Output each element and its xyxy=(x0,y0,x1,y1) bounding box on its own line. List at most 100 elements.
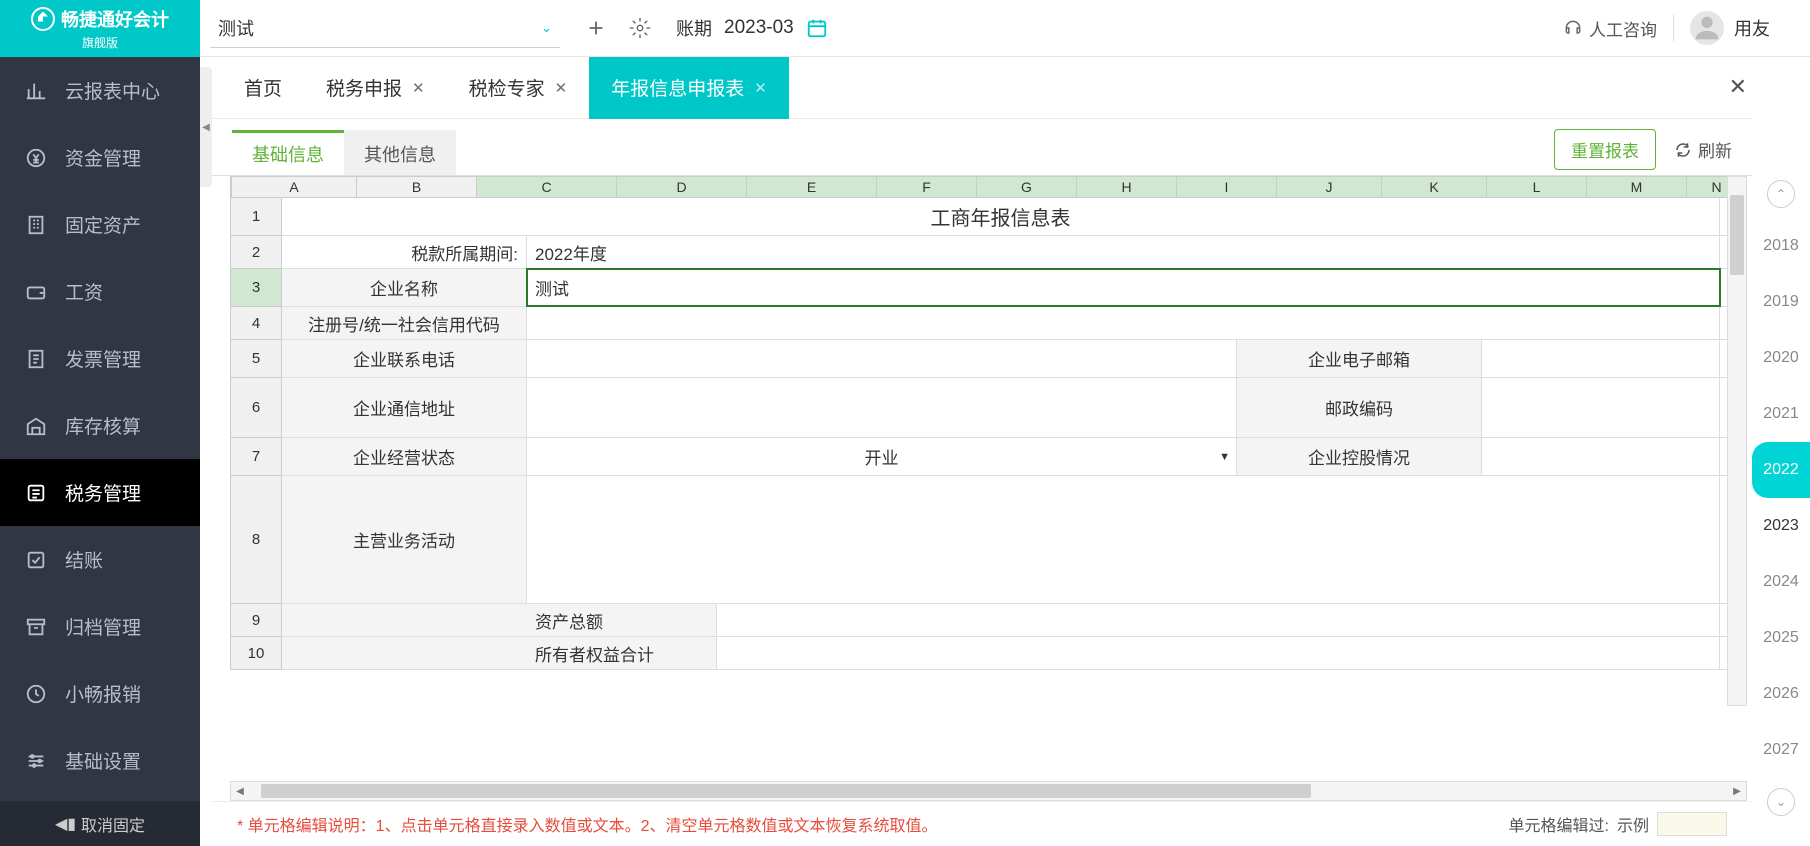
sidebar-pin-toggle[interactable]: ◀▮ 取消固定 xyxy=(0,801,200,846)
address-value-cell[interactable] xyxy=(527,378,1237,437)
tab-close-icon[interactable]: ✕ xyxy=(555,79,568,97)
year-2022[interactable]: 2022 xyxy=(1752,442,1810,498)
scroll-thumb-v[interactable] xyxy=(1730,195,1744,275)
status-dropdown-cell[interactable]: 开业 xyxy=(527,438,1237,475)
year-2026[interactable]: 2026 xyxy=(1752,666,1810,722)
status-label-cell[interactable]: 企业经营状态 xyxy=(282,438,527,475)
col-head-J[interactable]: J xyxy=(1277,176,1382,198)
tab-3[interactable]: 年报信息申报表✕ xyxy=(589,57,789,119)
row-head-2[interactable]: 2 xyxy=(230,236,282,269)
vertical-scrollbar[interactable] xyxy=(1727,176,1747,706)
row-head-5[interactable]: 5 xyxy=(230,340,282,378)
year-2021[interactable]: 2021 xyxy=(1752,386,1810,442)
year-2018[interactable]: 2018 xyxy=(1752,218,1810,274)
reg-code-label-cell[interactable]: 注册号/统一社会信用代码 xyxy=(282,307,527,339)
subtab-0[interactable]: 基础信息 xyxy=(232,130,344,175)
year-2020[interactable]: 2020 xyxy=(1752,330,1810,386)
row-head-3[interactable]: 3 xyxy=(230,269,282,307)
sidebar-item-8[interactable]: 归档管理 xyxy=(0,593,200,660)
sidebar-item-7[interactable]: 结账 xyxy=(0,526,200,593)
year-scroll-down[interactable]: ⌄ xyxy=(1767,788,1795,816)
year-2019[interactable]: 2019 xyxy=(1752,274,1810,330)
period-value-cell[interactable]: 2022年度 xyxy=(527,236,1720,268)
year-2024[interactable]: 2024 xyxy=(1752,554,1810,610)
tab-close-icon[interactable]: ✕ xyxy=(754,79,767,97)
email-value-cell[interactable] xyxy=(1482,340,1720,377)
row-head-7[interactable]: 7 xyxy=(230,438,282,476)
row-head-6[interactable]: 6 xyxy=(230,378,282,438)
year-2027[interactable]: 2027 xyxy=(1752,722,1810,778)
assets-value-cell[interactable] xyxy=(717,604,1720,636)
col-head-K[interactable]: K xyxy=(1382,176,1487,198)
holding-label-cell[interactable]: 企业控股情况 xyxy=(1237,438,1482,475)
row-head-10[interactable]: 10 xyxy=(230,637,282,670)
consult-button[interactable]: 人工咨询 xyxy=(1563,16,1657,41)
phone-value-cell[interactable] xyxy=(527,340,1237,377)
wallet-icon xyxy=(25,281,47,303)
scroll-thumb-h[interactable] xyxy=(261,784,1311,798)
sidebar-item-3[interactable]: 工资 xyxy=(0,258,200,325)
email-label-cell[interactable]: 企业电子邮箱 xyxy=(1237,340,1482,377)
sidebar-collapse-handle[interactable]: ◀ xyxy=(200,67,212,187)
sidebar-item-2[interactable]: 固定资产 xyxy=(0,191,200,258)
col-head-B[interactable]: B xyxy=(357,176,477,198)
horizontal-scrollbar[interactable]: ◀ ▶ xyxy=(230,781,1747,801)
col-head-D[interactable]: D xyxy=(617,176,747,198)
col-head-I[interactable]: I xyxy=(1177,176,1277,198)
business-value-cell[interactable] xyxy=(527,476,1720,603)
company-name-value-cell[interactable]: 测试 xyxy=(527,269,1720,306)
col-head-M[interactable]: M xyxy=(1587,176,1687,198)
assets-label-cell[interactable]: 资产总额 xyxy=(527,604,717,636)
row-head-4[interactable]: 4 xyxy=(230,307,282,340)
close-all-tabs-icon[interactable]: ✕ xyxy=(1729,74,1747,100)
row10-empty[interactable] xyxy=(282,637,527,669)
col-head-A[interactable]: A xyxy=(232,176,357,198)
gear-icon[interactable] xyxy=(629,17,651,39)
add-icon[interactable] xyxy=(585,17,607,39)
sidebar-item-0[interactable]: 云报表中心 xyxy=(0,57,200,124)
sheet-title-cell[interactable]: 工商年报信息表 xyxy=(282,198,1720,235)
tab-2[interactable]: 税检专家✕ xyxy=(447,57,590,119)
year-2023[interactable]: 2023 xyxy=(1752,498,1810,554)
scroll-right-arrow[interactable]: ▶ xyxy=(1728,782,1746,800)
col-head-H[interactable]: H xyxy=(1077,176,1177,198)
calendar-icon[interactable] xyxy=(806,17,828,39)
holding-value-cell[interactable] xyxy=(1482,438,1720,475)
row-head-9[interactable]: 9 xyxy=(230,604,282,637)
col-head-F[interactable]: F xyxy=(877,176,977,198)
row-head-1[interactable]: 1 xyxy=(230,198,282,236)
address-label-cell[interactable]: 企业通信地址 xyxy=(282,378,527,437)
postcode-label-cell[interactable]: 邮政编码 xyxy=(1237,378,1482,437)
sidebar-item-10[interactable]: 基础设置 xyxy=(0,727,200,794)
company-selector[interactable]: 测试 ⌄ xyxy=(210,8,560,48)
sidebar-item-5[interactable]: 库存核算 xyxy=(0,392,200,459)
refresh-button[interactable]: 刷新 xyxy=(1674,137,1732,162)
tab-1[interactable]: 税务申报✕ xyxy=(304,57,447,119)
user-menu[interactable]: 用友 xyxy=(1690,11,1770,45)
sidebar-item-9[interactable]: 小畅报销 xyxy=(0,660,200,727)
row-head-8[interactable]: 8 xyxy=(230,476,282,604)
reset-report-button[interactable]: 重置报表 xyxy=(1554,129,1656,170)
phone-label-cell[interactable]: 企业联系电话 xyxy=(282,340,527,377)
equity-label-cell[interactable]: 所有者权益合计 xyxy=(527,637,717,669)
business-label-cell[interactable]: 主营业务活动 xyxy=(282,476,527,603)
col-head-G[interactable]: G xyxy=(977,176,1077,198)
col-head-C[interactable]: C xyxy=(477,176,617,198)
company-name-label-cell[interactable]: 企业名称 xyxy=(282,269,527,306)
year-2025[interactable]: 2025 xyxy=(1752,610,1810,666)
sidebar-item-1[interactable]: 资金管理 xyxy=(0,124,200,191)
col-head-E[interactable]: E xyxy=(747,176,877,198)
scroll-left-arrow[interactable]: ◀ xyxy=(231,782,249,800)
equity-value-cell[interactable] xyxy=(717,637,1720,669)
tab-0[interactable]: 首页 xyxy=(222,57,304,119)
sidebar-item-6[interactable]: 税务管理 xyxy=(0,459,200,526)
reg-code-value-cell[interactable] xyxy=(527,307,1720,339)
period-label-cell[interactable]: 税款所属期间: xyxy=(282,236,527,268)
postcode-value-cell[interactable] xyxy=(1482,378,1720,437)
tab-close-icon[interactable]: ✕ xyxy=(412,79,425,97)
col-head-L[interactable]: L xyxy=(1487,176,1587,198)
year-scroll-up[interactable]: ⌃ xyxy=(1767,180,1795,208)
row9-empty[interactable] xyxy=(282,604,527,636)
subtab-1[interactable]: 其他信息 xyxy=(344,130,456,175)
sidebar-item-4[interactable]: 发票管理 xyxy=(0,325,200,392)
